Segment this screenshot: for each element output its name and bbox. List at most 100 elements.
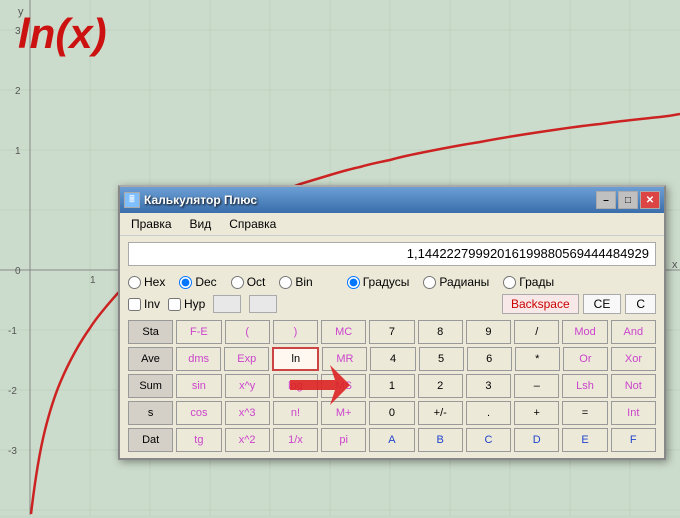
xy-button[interactable]: x^y bbox=[225, 374, 270, 398]
dat-button[interactable]: Dat bbox=[128, 428, 173, 452]
backspace-button[interactable]: Backspace bbox=[502, 294, 579, 314]
sum-button[interactable]: Sum bbox=[128, 374, 173, 398]
app-icon: 🖩 bbox=[124, 192, 140, 208]
sin-button[interactable]: sin bbox=[176, 374, 221, 398]
1-button[interactable]: 1 bbox=[369, 374, 414, 398]
oct-radio[interactable] bbox=[231, 276, 244, 289]
ave-button[interactable]: Ave bbox=[128, 347, 173, 371]
button-row-2: Ave dms Exp ln MR 4 5 6 * Or Xor bbox=[128, 347, 656, 371]
s-button[interactable]: s bbox=[128, 401, 173, 425]
button-row-3: Sum sin x^y log MS 1 2 3 – Lsh Not bbox=[128, 374, 656, 398]
log-button[interactable]: log bbox=[273, 374, 318, 398]
ln-button[interactable]: ln bbox=[272, 347, 319, 371]
hyp-check-group[interactable]: Hyp bbox=[168, 297, 205, 311]
fe-button[interactable]: F-E bbox=[176, 320, 221, 344]
sta-button[interactable]: Sta bbox=[128, 320, 173, 344]
oct-radio-group[interactable]: Oct bbox=[231, 275, 266, 289]
e-button[interactable]: E bbox=[562, 428, 607, 452]
lsh-button[interactable]: Lsh bbox=[562, 374, 607, 398]
pi-button[interactable]: pi bbox=[321, 428, 366, 452]
inv-check-group[interactable]: Inv bbox=[128, 297, 160, 311]
x2-button[interactable]: x^2 bbox=[225, 428, 270, 452]
int-button[interactable]: Int bbox=[611, 401, 656, 425]
9-button[interactable]: 9 bbox=[466, 320, 511, 344]
number-base-row: Hex Dec Oct Bin Градусы Радианы Грады bbox=[120, 272, 664, 292]
xor-button[interactable]: Xor bbox=[611, 347, 656, 371]
3-button[interactable]: 3 bbox=[466, 374, 511, 398]
close-button[interactable]: ✕ bbox=[640, 191, 660, 209]
4-button[interactable]: 4 bbox=[370, 347, 415, 371]
hex-radio-group[interactable]: Hex bbox=[128, 275, 165, 289]
ms-button[interactable]: MS bbox=[321, 374, 366, 398]
open-paren-button[interactable]: ( bbox=[225, 320, 270, 344]
close-paren-button[interactable]: ) bbox=[273, 320, 318, 344]
degrees-radio[interactable] bbox=[347, 276, 360, 289]
cos-button[interactable]: cos bbox=[176, 401, 221, 425]
add-button[interactable]: + bbox=[514, 401, 559, 425]
not-button[interactable]: Not bbox=[611, 374, 656, 398]
grads-label: Грады bbox=[519, 275, 554, 289]
check-buttons-group: Backspace CE C bbox=[502, 294, 656, 314]
svg-text:-2: -2 bbox=[8, 386, 17, 397]
dec-radio[interactable] bbox=[179, 276, 192, 289]
dot-button[interactable]: . bbox=[466, 401, 511, 425]
x3-button[interactable]: x^3 bbox=[225, 401, 270, 425]
svg-text:-1: -1 bbox=[8, 326, 17, 337]
nfact-button[interactable]: n! bbox=[273, 401, 318, 425]
dec-radio-group[interactable]: Dec bbox=[179, 275, 216, 289]
tg-button[interactable]: tg bbox=[176, 428, 221, 452]
svg-text:0: 0 bbox=[15, 266, 21, 277]
ce-button[interactable]: CE bbox=[583, 294, 622, 314]
mplus-button[interactable]: M+ bbox=[321, 401, 366, 425]
small-display-1 bbox=[213, 295, 241, 313]
8-button[interactable]: 8 bbox=[418, 320, 463, 344]
bin-radio[interactable] bbox=[279, 276, 292, 289]
equals-button[interactable]: = bbox=[562, 401, 607, 425]
or-button[interactable]: Or bbox=[563, 347, 608, 371]
5-button[interactable]: 5 bbox=[419, 347, 464, 371]
f-button[interactable]: F bbox=[611, 428, 656, 452]
radians-radio-group[interactable]: Радианы bbox=[423, 275, 489, 289]
mr-button[interactable]: MR bbox=[322, 347, 367, 371]
mc-button[interactable]: MC bbox=[321, 320, 366, 344]
multiply-button[interactable]: * bbox=[515, 347, 560, 371]
6-button[interactable]: 6 bbox=[467, 347, 512, 371]
grads-radio[interactable] bbox=[503, 276, 516, 289]
maximize-button[interactable]: □ bbox=[618, 191, 638, 209]
minimize-button[interactable]: – bbox=[596, 191, 616, 209]
inv-x-button[interactable]: 1/x bbox=[273, 428, 318, 452]
dms-button[interactable]: dms bbox=[176, 347, 221, 371]
calculator-display: 1,14422279992016199880569444484929 bbox=[128, 242, 656, 266]
window-title: Калькулятор Плюс bbox=[144, 193, 257, 207]
hyp-checkbox[interactable] bbox=[168, 298, 181, 311]
and-button[interactable]: And bbox=[611, 320, 656, 344]
b-button[interactable]: B bbox=[418, 428, 463, 452]
menu-vid[interactable]: Вид bbox=[187, 216, 215, 232]
menu-spravka[interactable]: Справка bbox=[226, 216, 279, 232]
inv-checkbox[interactable] bbox=[128, 298, 141, 311]
radians-radio[interactable] bbox=[423, 276, 436, 289]
c-button[interactable]: C bbox=[625, 294, 656, 314]
exp-button[interactable]: Exp bbox=[224, 347, 269, 371]
menu-pravka[interactable]: Правка bbox=[128, 216, 175, 232]
hyp-label: Hyp bbox=[184, 297, 205, 311]
bin-radio-group[interactable]: Bin bbox=[279, 275, 312, 289]
plusminus-button[interactable]: +/- bbox=[418, 401, 463, 425]
radians-label: Радианы bbox=[439, 275, 489, 289]
a-button[interactable]: A bbox=[369, 428, 414, 452]
subtract-button[interactable]: – bbox=[514, 374, 559, 398]
small-display-2 bbox=[249, 295, 277, 313]
oct-label: Oct bbox=[247, 275, 266, 289]
0-button[interactable]: 0 bbox=[369, 401, 414, 425]
title-bar: 🖩 Калькулятор Плюс – □ ✕ bbox=[120, 187, 664, 213]
divide-button[interactable]: / bbox=[514, 320, 559, 344]
degrees-radio-group[interactable]: Градусы bbox=[347, 275, 410, 289]
grads-radio-group[interactable]: Грады bbox=[503, 275, 554, 289]
c-hex-button[interactable]: C bbox=[466, 428, 511, 452]
mod-button[interactable]: Mod bbox=[562, 320, 607, 344]
2-button[interactable]: 2 bbox=[418, 374, 463, 398]
button-row-1: Sta F-E ( ) MC 7 8 9 / Mod And bbox=[128, 320, 656, 344]
7-button[interactable]: 7 bbox=[369, 320, 414, 344]
d-button[interactable]: D bbox=[514, 428, 559, 452]
hex-radio[interactable] bbox=[128, 276, 141, 289]
